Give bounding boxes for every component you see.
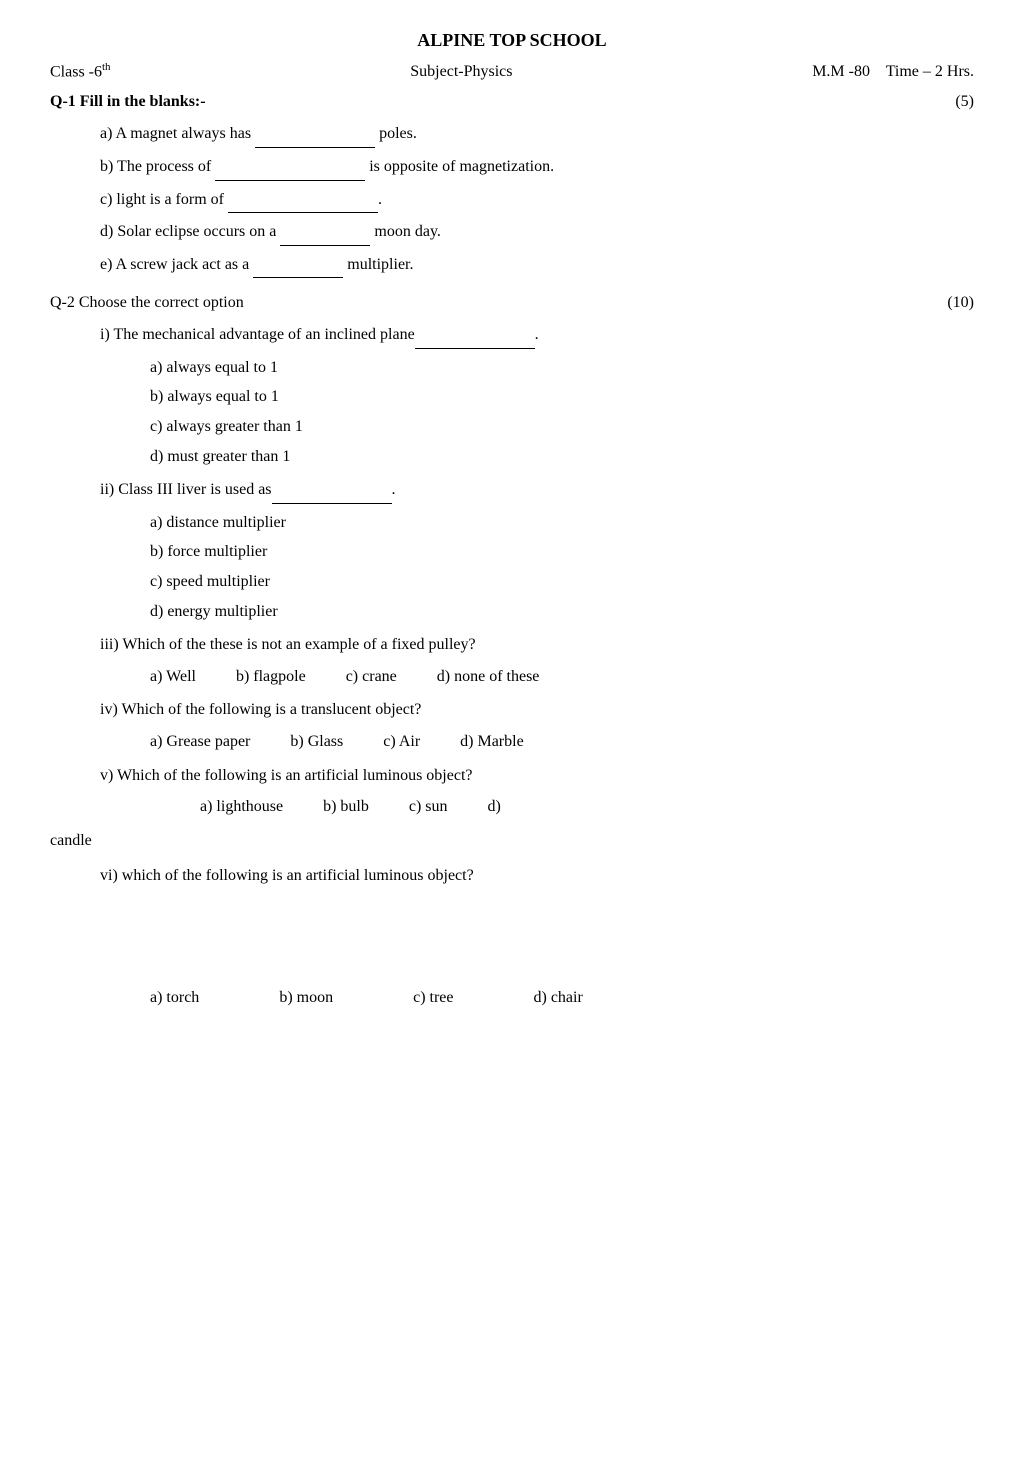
q2-ii-opt-b: b) force multiplier: [150, 539, 974, 565]
q1-sub-e: e) A screw jack act as a multiplier.: [100, 252, 974, 279]
q2-iii-opt-a: a) Well: [150, 664, 196, 690]
q2-vi-question: vi) which of the following is an artific…: [100, 863, 974, 889]
q1-marks: (5): [955, 93, 974, 111]
q2-i-opt-d: d) must greater than 1: [150, 444, 974, 470]
q2-iv-question: iv) Which of the following is a transluc…: [100, 697, 974, 723]
q2-iii-opt-c: c) crane: [346, 664, 397, 690]
page-header: ALPINE TOP SCHOOL: [50, 30, 974, 51]
q2-ii-opt-c: c) speed multiplier: [150, 569, 974, 595]
q2-iv-opt-a: a) Grease paper: [150, 729, 250, 755]
q2-iv-opt-b: b) Glass: [290, 729, 343, 755]
q2-iii-options: a) Well b) flagpole c) crane d) none of …: [150, 664, 974, 690]
q2-v-question: v) Which of the following is an artifici…: [100, 763, 974, 789]
q2-vi-opt-b: b) moon: [279, 985, 333, 1011]
q2-header: Q-2 Choose the correct option (10): [50, 294, 974, 312]
mm-time: M.M -80 Time – 2 Hrs.: [812, 63, 974, 81]
q1-sub-b: b) The process of is opposite of magneti…: [100, 154, 974, 181]
q2-iv-opt-d: d) Marble: [460, 729, 524, 755]
class-superscript: th: [102, 61, 111, 73]
q2-title: Q-2 Choose the correct option: [50, 294, 244, 312]
q2-i-options: a) always equal to 1 b) always equal to …: [150, 355, 974, 469]
q1-section: Q-1 Fill in the blanks:- (5) a) A magnet…: [50, 93, 974, 278]
q2-ii-options: a) distance multiplier b) force multipli…: [150, 510, 974, 624]
q1-sub-d: d) Solar eclipse occurs on a moon day.: [100, 219, 974, 246]
meta-row: Class -6th Subject-Physics M.M -80 Time …: [50, 61, 974, 81]
q2-section: Q-2 Choose the correct option (10) i) Th…: [50, 294, 974, 1010]
candle-label: candle: [50, 828, 974, 854]
class-label: Class -6th: [50, 61, 111, 81]
q2-v-opt-b: b) bulb: [323, 794, 369, 820]
q2-vi-opt-a: a) torch: [150, 985, 199, 1011]
q2-i-opt-b: b) always equal to 1: [150, 384, 974, 410]
q2-v-opt-a: a) lighthouse: [200, 794, 283, 820]
q2-iii-opt-d: d) none of these: [437, 664, 540, 690]
q2-v-opt-d: d): [488, 794, 501, 820]
q2-vi-options: a) torch b) moon c) tree d) chair: [150, 985, 974, 1011]
q2-iii-question: iii) Which of the these is not an exampl…: [100, 632, 974, 658]
q1-sub-c: c) light is a form of .: [100, 187, 974, 214]
q2-ii-opt-a: a) distance multiplier: [150, 510, 974, 536]
q2-ii-question: ii) Class III liver is used as .: [100, 477, 974, 504]
q2-i-opt-a: a) always equal to 1: [150, 355, 974, 381]
q2-iv-options: a) Grease paper b) Glass c) Air d) Marbl…: [150, 729, 974, 755]
subject-label: Subject-Physics: [410, 63, 512, 81]
q1-title: Q-1 Fill in the blanks:-: [50, 93, 206, 111]
q2-iii-opt-b: b) flagpole: [236, 664, 306, 690]
q1-sub-a: a) A magnet always has poles.: [100, 121, 974, 148]
q2-vi-opt-c: c) tree: [413, 985, 453, 1011]
q2-ii-opt-d: d) energy multiplier: [150, 599, 974, 625]
q2-i-question: i) The mechanical advantage of an inclin…: [100, 322, 974, 349]
school-title: ALPINE TOP SCHOOL: [417, 30, 606, 50]
q2-v-options: a) lighthouse b) bulb c) sun d): [200, 794, 974, 820]
q2-iv-opt-c: c) Air: [383, 729, 420, 755]
q2-v-opt-c: c) sun: [409, 794, 448, 820]
q2-vi-opt-d: d) chair: [534, 985, 583, 1011]
q2-marks: (10): [947, 294, 974, 312]
q2-i-opt-c: c) always greater than 1: [150, 414, 974, 440]
q1-header: Q-1 Fill in the blanks:- (5): [50, 93, 974, 111]
